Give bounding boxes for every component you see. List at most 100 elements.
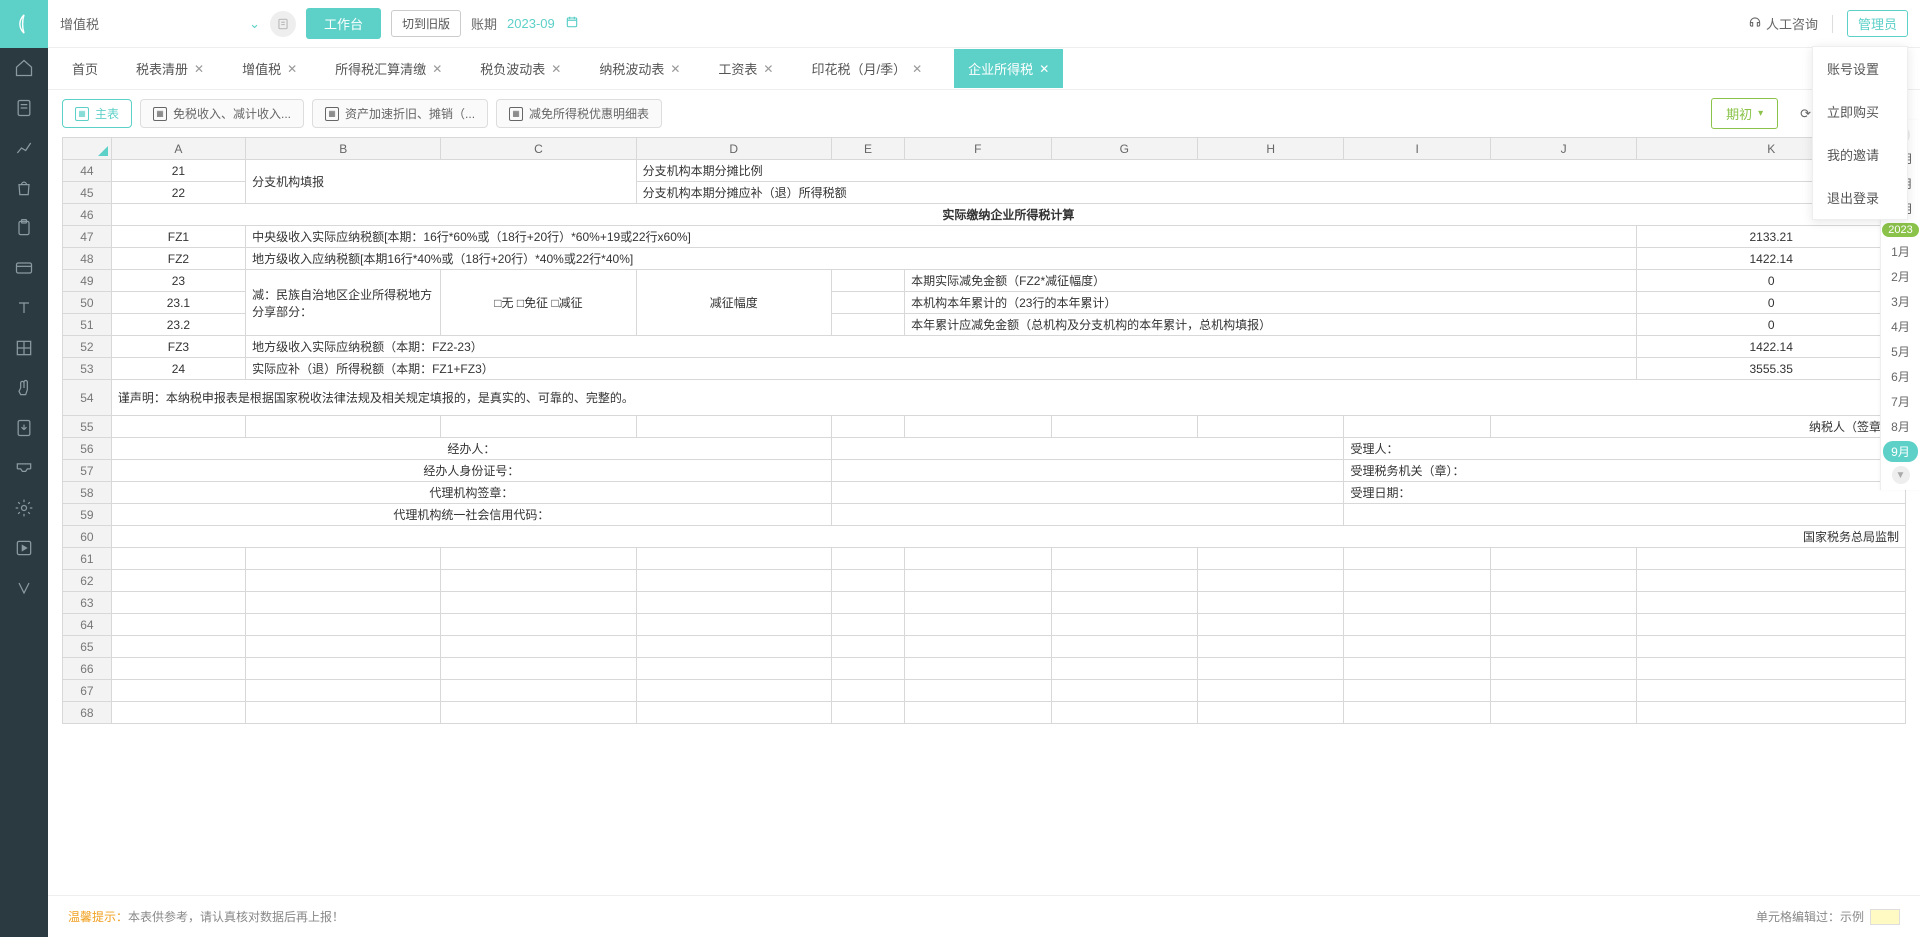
- cell[interactable]: [246, 416, 441, 438]
- cell[interactable]: [1344, 636, 1490, 658]
- cell[interactable]: [905, 658, 1051, 680]
- cell[interactable]: [1344, 592, 1490, 614]
- cell[interactable]: 减征幅度: [636, 270, 831, 336]
- cell[interactable]: [831, 460, 1344, 482]
- cell[interactable]: 分支机构填报: [246, 160, 637, 204]
- cell[interactable]: [1490, 636, 1636, 658]
- nav-chart-icon[interactable]: [0, 128, 48, 168]
- cell[interactable]: [111, 702, 245, 724]
- cell[interactable]: 3555.35: [1637, 358, 1906, 380]
- cell[interactable]: [831, 482, 1344, 504]
- cell[interactable]: 地方级收入实际应纳税额（本期：FZ2-23）: [246, 336, 1637, 358]
- cell[interactable]: [441, 636, 636, 658]
- column-header[interactable]: G: [1051, 138, 1197, 160]
- cell[interactable]: [246, 548, 441, 570]
- cell[interactable]: [905, 570, 1051, 592]
- nav-clipboard-icon[interactable]: [0, 208, 48, 248]
- cell[interactable]: [441, 548, 636, 570]
- month-item[interactable]: 4月: [1891, 316, 1910, 337]
- cell[interactable]: [1198, 636, 1344, 658]
- month-item[interactable]: 6月: [1891, 366, 1910, 387]
- cell[interactable]: [1051, 570, 1197, 592]
- spreadsheet-area[interactable]: ABCDEFGHIJK 4421分支机构填报分支机构本期分摊比例4522分支机构…: [48, 137, 1920, 895]
- column-header[interactable]: H: [1198, 138, 1344, 160]
- sheet-tab[interactable]: ▦资产加速折旧、摊销（...: [312, 99, 488, 128]
- cell[interactable]: 地方级收入应纳税额[本期16行*40%或（18行+20行）*40%或22行*40…: [246, 248, 1637, 270]
- cell[interactable]: 实际缴纳企业所得税计算: [111, 204, 1905, 226]
- row-number[interactable]: 47: [63, 226, 112, 248]
- cell[interactable]: 0: [1637, 292, 1906, 314]
- close-icon[interactable]: ✕: [287, 62, 297, 76]
- cell[interactable]: [1344, 548, 1490, 570]
- cell[interactable]: [246, 636, 441, 658]
- cell[interactable]: [246, 702, 441, 724]
- row-number[interactable]: 52: [63, 336, 112, 358]
- sheet-tab[interactable]: ▦免税收入、减计收入...: [140, 99, 304, 128]
- consult-link[interactable]: 人工咨询: [1748, 14, 1818, 33]
- cell[interactable]: [636, 614, 831, 636]
- cell[interactable]: 中央级收入实际应纳税额[本期：16行*60%或（18行+20行）*60%+19或…: [246, 226, 1637, 248]
- cell[interactable]: [111, 592, 245, 614]
- row-number[interactable]: 60: [63, 526, 112, 548]
- close-icon[interactable]: ✕: [1039, 62, 1049, 76]
- row-number[interactable]: 67: [63, 680, 112, 702]
- cell[interactable]: [831, 438, 1344, 460]
- calendar-icon[interactable]: [565, 15, 579, 32]
- month-item[interactable]: 2月: [1891, 266, 1910, 287]
- page-tab[interactable]: 工资表✕: [712, 49, 779, 88]
- cell[interactable]: [905, 592, 1051, 614]
- cell[interactable]: 2133.21: [1637, 226, 1906, 248]
- cell[interactable]: [1344, 614, 1490, 636]
- cell[interactable]: 受理日期：: [1344, 482, 1906, 504]
- cell[interactable]: [905, 416, 1051, 438]
- month-down-icon[interactable]: ▼: [1892, 466, 1910, 484]
- nav-inbox-icon[interactable]: [0, 448, 48, 488]
- cell[interactable]: [111, 614, 245, 636]
- close-icon[interactable]: ✕: [432, 62, 442, 76]
- cell[interactable]: [1344, 570, 1490, 592]
- cell[interactable]: [831, 702, 904, 724]
- cell[interactable]: 22: [111, 182, 245, 204]
- month-item[interactable]: 8月: [1891, 416, 1910, 437]
- cell[interactable]: [636, 702, 831, 724]
- cell[interactable]: [636, 548, 831, 570]
- row-number[interactable]: 64: [63, 614, 112, 636]
- row-number[interactable]: 48: [63, 248, 112, 270]
- close-icon[interactable]: ✕: [912, 62, 922, 76]
- cell[interactable]: [246, 680, 441, 702]
- column-header[interactable]: B: [246, 138, 441, 160]
- cell[interactable]: [246, 570, 441, 592]
- cell[interactable]: [1198, 570, 1344, 592]
- cell[interactable]: 23.2: [111, 314, 245, 336]
- cell[interactable]: [1637, 592, 1906, 614]
- user-menu-item[interactable]: 账号设置: [1813, 47, 1907, 90]
- admin-button[interactable]: 管理员: [1847, 10, 1908, 37]
- grid-corner[interactable]: [63, 138, 112, 160]
- row-number[interactable]: 54: [63, 380, 112, 416]
- cell[interactable]: [1344, 504, 1906, 526]
- page-tab[interactable]: 所得税汇算清缴✕: [329, 49, 448, 88]
- cell[interactable]: [636, 570, 831, 592]
- row-number[interactable]: 44: [63, 160, 112, 182]
- row-number[interactable]: 62: [63, 570, 112, 592]
- cell[interactable]: 经办人：: [111, 438, 831, 460]
- cell[interactable]: 23: [111, 270, 245, 292]
- cell[interactable]: 分支机构本期分摊比例: [636, 160, 1905, 182]
- cell[interactable]: 纳税人（签章）：: [1490, 416, 1905, 438]
- cell[interactable]: [111, 680, 245, 702]
- cell[interactable]: [441, 680, 636, 702]
- nav-settings-icon[interactable]: [0, 488, 48, 528]
- close-icon[interactable]: ✕: [670, 62, 680, 76]
- cell[interactable]: 21: [111, 160, 245, 182]
- cell[interactable]: [831, 680, 904, 702]
- page-tab[interactable]: 纳税波动表✕: [593, 49, 686, 88]
- row-number[interactable]: 45: [63, 182, 112, 204]
- row-number[interactable]: 53: [63, 358, 112, 380]
- cell[interactable]: [1198, 592, 1344, 614]
- cell[interactable]: [1490, 548, 1636, 570]
- cell[interactable]: FZ3: [111, 336, 245, 358]
- cell[interactable]: [1051, 614, 1197, 636]
- cell[interactable]: [831, 314, 904, 336]
- cell[interactable]: [1051, 658, 1197, 680]
- cell[interactable]: [831, 270, 904, 292]
